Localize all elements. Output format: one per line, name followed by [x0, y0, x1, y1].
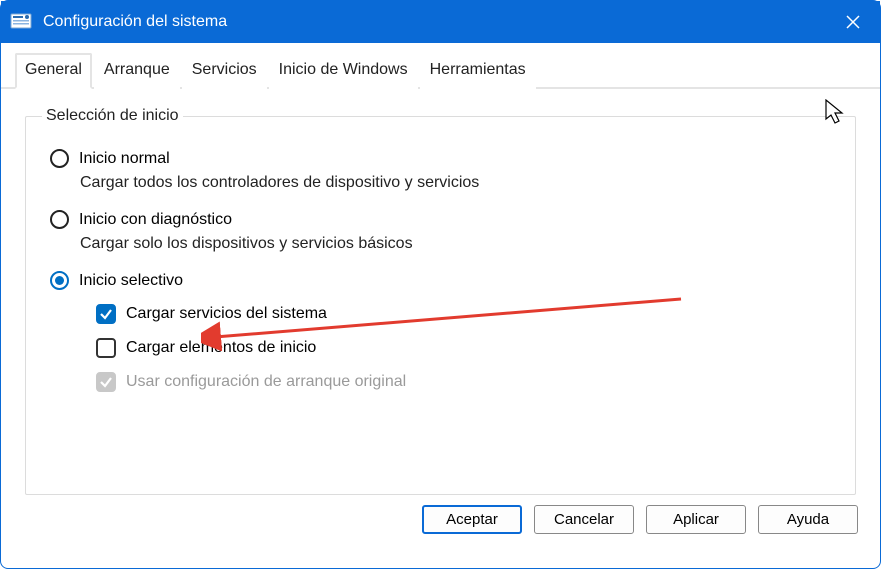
radio-diagnostic-row[interactable]: Inicio con diagnóstico — [50, 210, 839, 229]
cancel-button[interactable]: Cancelar — [534, 505, 634, 534]
msconfig-icon — [9, 10, 33, 34]
radio-normal[interactable] — [50, 149, 69, 168]
dialog-buttons: Aceptar Cancelar Aplicar Ayuda — [1, 505, 880, 552]
radio-label: Inicio selectivo — [79, 272, 183, 290]
apply-button[interactable]: Aplicar — [646, 505, 746, 534]
button-label: Ayuda — [787, 511, 829, 528]
option-diagnostic: Inicio con diagnóstico Cargar solo los d… — [50, 210, 839, 253]
option-normal: Inicio normal Cargar todos los controlad… — [50, 149, 839, 192]
window-title: Configuración del sistema — [43, 13, 830, 31]
check-load-services-row[interactable]: Cargar servicios del sistema — [96, 304, 839, 324]
accept-button[interactable]: Aceptar — [422, 505, 522, 534]
tab-label: General — [25, 61, 82, 78]
check-load-startup[interactable] — [96, 338, 116, 358]
selective-sub-options: Cargar servicios del sistema Cargar elem… — [96, 304, 839, 392]
button-label: Aplicar — [673, 511, 719, 528]
startup-selection-group: Selección de inicio Inicio normal Cargar… — [25, 107, 856, 495]
tab-arranque[interactable]: Arranque — [94, 53, 180, 89]
check-label: Cargar elementos de inicio — [126, 339, 316, 357]
button-label: Cancelar — [554, 511, 614, 528]
tab-general[interactable]: General — [15, 53, 92, 89]
tab-bar: General Arranque Servicios Inicio de Win… — [1, 43, 880, 89]
radio-selective[interactable] — [50, 271, 69, 290]
radio-normal-row[interactable]: Inicio normal — [50, 149, 839, 168]
check-load-startup-row[interactable]: Cargar elementos de inicio — [96, 338, 839, 358]
check-label: Cargar servicios del sistema — [126, 305, 327, 323]
checkmark-icon — [99, 307, 113, 321]
group-legend: Selección de inicio — [42, 107, 183, 125]
radio-label: Inicio normal — [79, 150, 170, 168]
close-button[interactable] — [830, 1, 876, 43]
check-original-boot — [96, 372, 116, 392]
help-button[interactable]: Ayuda — [758, 505, 858, 534]
option-selective: Inicio selectivo Cargar servicios del si… — [50, 271, 839, 392]
tab-label: Herramientas — [430, 61, 526, 78]
tab-herramientas[interactable]: Herramientas — [420, 53, 536, 89]
option-desc: Cargar todos los controladores de dispos… — [80, 174, 839, 192]
close-icon — [846, 15, 860, 29]
tab-label: Servicios — [192, 61, 257, 78]
tab-label: Inicio de Windows — [279, 61, 408, 78]
check-original-boot-row: Usar configuración de arranque original — [96, 372, 839, 392]
radio-diagnostic[interactable] — [50, 210, 69, 229]
check-load-services[interactable] — [96, 304, 116, 324]
tab-inicio-windows[interactable]: Inicio de Windows — [269, 53, 418, 89]
radio-label: Inicio con diagnóstico — [79, 211, 232, 229]
radio-selective-row[interactable]: Inicio selectivo — [50, 271, 839, 290]
checkmark-icon — [99, 375, 113, 389]
tab-label: Arranque — [104, 61, 170, 78]
titlebar: Configuración del sistema — [1, 1, 880, 43]
option-desc: Cargar solo los dispositivos y servicios… — [80, 235, 839, 253]
content-panel: Selección de inicio Inicio normal Cargar… — [1, 89, 880, 505]
tab-servicios[interactable]: Servicios — [182, 53, 267, 89]
check-label: Usar configuración de arranque original — [126, 373, 406, 391]
button-label: Aceptar — [446, 511, 498, 528]
